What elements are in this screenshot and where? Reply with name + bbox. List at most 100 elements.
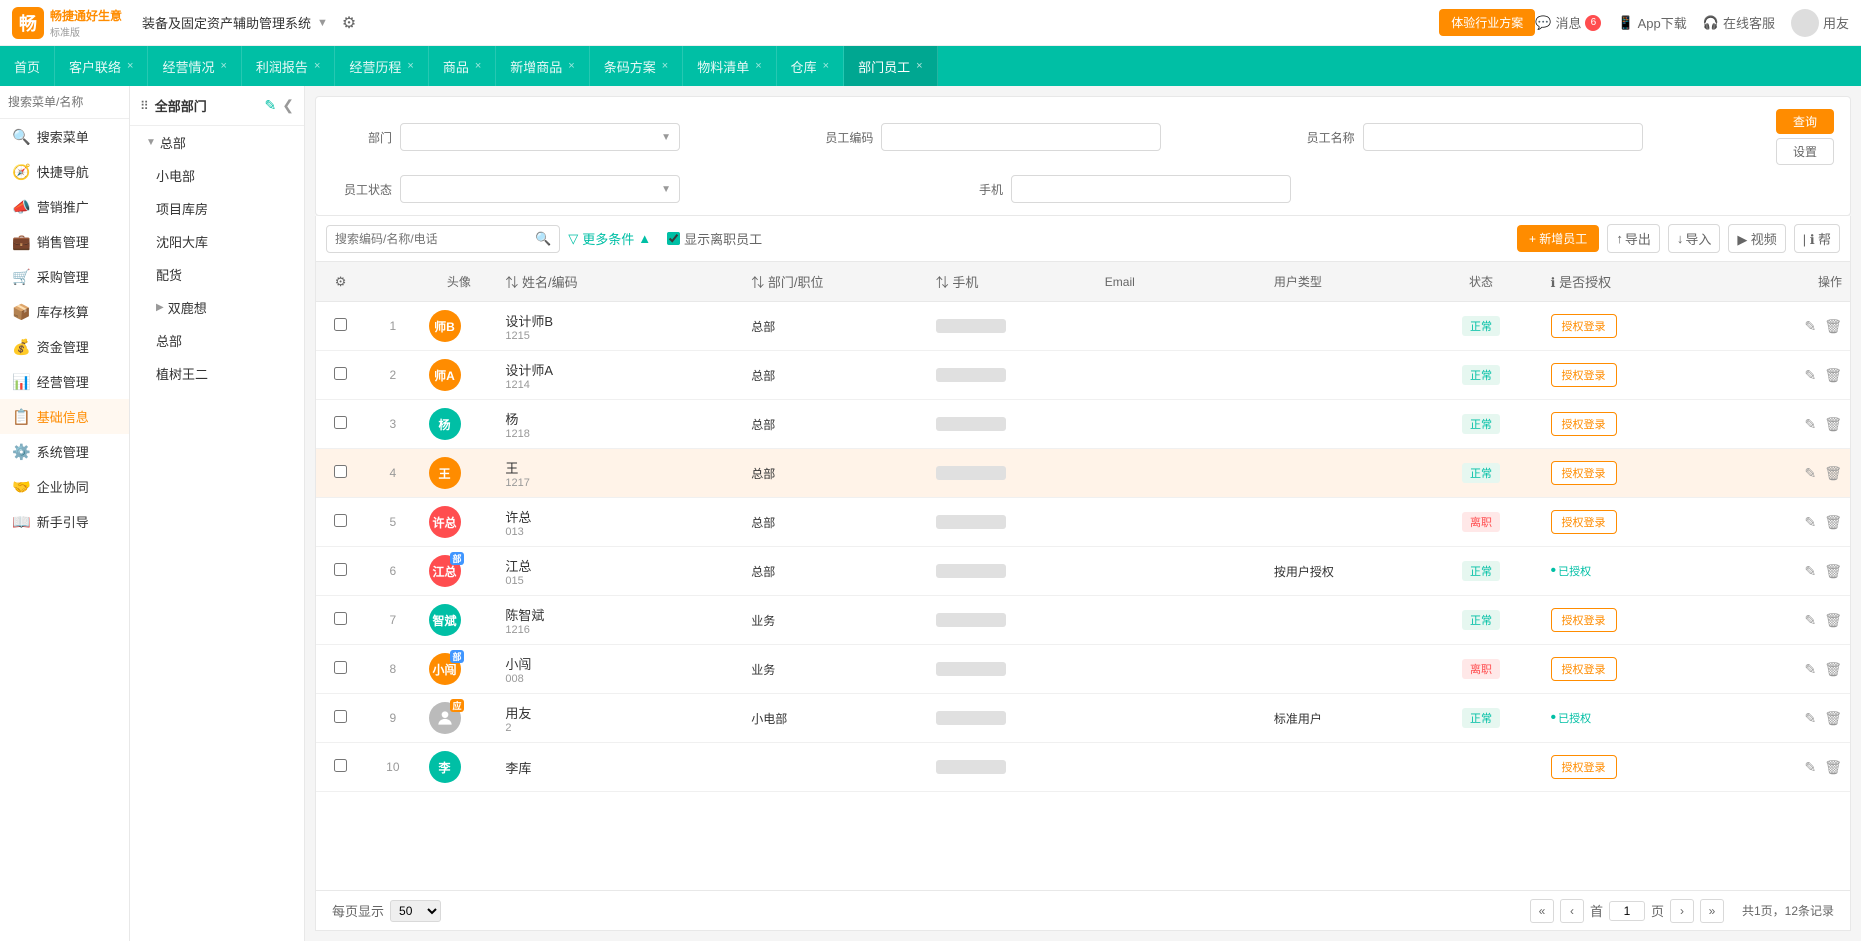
dept-item-双鹿想[interactable]: ▶双鹿想 [130,291,304,324]
nav-item-条码方案[interactable]: 条码方案× [590,46,683,86]
auth-button[interactable]: 授权登录 [1551,510,1617,534]
edit-icon[interactable]: ✎ [1804,465,1816,482]
dept-item-配货[interactable]: 配货 [130,258,304,291]
trial-button[interactable]: 体验行业方案 [1439,9,1535,36]
auth-button[interactable]: 授权登录 [1551,657,1617,681]
user-menu[interactable]: 用友 [1791,9,1849,37]
auth-button[interactable]: 授权登录 [1551,314,1617,338]
row-checkbox[interactable] [334,514,347,527]
auth-button[interactable]: 授权登录 [1551,461,1617,485]
view-button[interactable]: ▶ 视频 [1728,224,1785,253]
nav-item-首页[interactable]: 首页 [0,46,55,86]
sidebar-item-新手引导[interactable]: 📖新手引导 [0,504,129,539]
app-download-button[interactable]: 📱 App下载 [1617,13,1686,32]
nav-close-icon[interactable]: × [568,60,574,72]
last-page-btn[interactable]: » [1700,899,1724,923]
page-input[interactable] [1609,901,1645,921]
sidebar-item-库存核算[interactable]: 📦库存核算 [0,294,129,329]
filter-status-select[interactable]: ▼ [400,175,680,203]
edit-icon[interactable]: ✎ [1804,416,1816,433]
import-button[interactable]: ↓ 导入 [1668,224,1721,253]
more-filter-button[interactable]: ▽ 更多条件 ▲ [568,229,651,248]
auth-button[interactable]: 授权登录 [1551,755,1617,779]
dept-item-小电部[interactable]: 小电部 [130,159,304,192]
nav-item-新增商品[interactable]: 新增商品× [496,46,589,86]
edit-icon[interactable]: ✎ [1804,563,1816,580]
message-button[interactable]: 💬 消息 6 [1535,13,1601,32]
settings-col-icon[interactable]: ⚙ [335,274,347,289]
row-checkbox[interactable] [334,759,347,772]
nav-close-icon[interactable]: × [475,60,481,72]
row-checkbox[interactable] [334,563,347,576]
delete-icon[interactable]: 🗑 [1824,416,1842,433]
search-input[interactable] [327,232,527,246]
delete-icon[interactable]: 🗑 [1824,710,1842,727]
filter-search-button[interactable]: 查询 [1776,109,1834,134]
filter-phone-input[interactable] [1011,175,1291,203]
sidebar-item-销售管理[interactable]: 💼销售管理 [0,224,129,259]
filter-empname-input[interactable] [1363,123,1643,151]
delete-icon[interactable]: 🗑 [1824,661,1842,678]
row-checkbox[interactable] [334,710,347,723]
edit-icon[interactable]: ✎ [1804,318,1816,335]
filter-settings-button[interactable]: 设置 [1776,138,1834,165]
export-button[interactable]: ↑ 导出 [1607,224,1660,253]
nav-close-icon[interactable]: × [314,60,320,72]
delete-icon[interactable]: 🗑 [1824,759,1842,776]
nav-item-利润报告[interactable]: 利润报告× [242,46,335,86]
edit-icon[interactable]: ✎ [1804,514,1816,531]
nav-item-仓库[interactable]: 仓库× [777,46,844,86]
nav-close-icon[interactable]: × [916,60,922,72]
dept-item-总部[interactable]: 总部 [130,324,304,357]
nav-close-icon[interactable]: × [220,60,226,72]
nav-item-物料清单[interactable]: 物料清单× [683,46,776,86]
nav-close-icon[interactable]: × [755,60,761,72]
edit-icon[interactable]: ✎ [1804,661,1816,678]
dept-item-项目库房[interactable]: 项目库房 [130,192,304,225]
first-page-btn[interactable]: « [1530,899,1554,923]
sidebar-search-input[interactable] [8,95,130,109]
sidebar-item-营销推广[interactable]: 📣营销推广 [0,189,129,224]
row-checkbox[interactable] [334,612,347,625]
nav-close-icon[interactable]: × [127,60,133,72]
settings-icon[interactable]: ⚙ [342,13,356,33]
service-button[interactable]: 🎧 在线客服 [1703,13,1775,32]
delete-icon[interactable]: 🗑 [1824,563,1842,580]
sidebar-item-企业协同[interactable]: 🤝企业协同 [0,469,129,504]
sidebar-item-快捷导航[interactable]: 🧭快捷导航 [0,154,129,189]
row-checkbox[interactable] [334,367,347,380]
nav-item-部门员工[interactable]: 部门员工× [844,46,937,86]
auth-button[interactable]: 授权登录 [1551,412,1617,436]
sidebar-item-采购管理[interactable]: 🛒采购管理 [0,259,129,294]
sidebar-item-基础信息[interactable]: 📋基础信息 [0,399,129,434]
delete-icon[interactable]: 🗑 [1824,465,1842,482]
delete-icon[interactable]: 🗑 [1824,612,1842,629]
dept-item-植树王二[interactable]: 植树王二 [130,357,304,390]
row-checkbox[interactable] [334,465,347,478]
dept-item-沈阳大库[interactable]: 沈阳大库 [130,225,304,258]
nav-item-经营历程[interactable]: 经营历程× [335,46,428,86]
next-page-btn[interactable]: › [1670,899,1694,923]
delete-icon[interactable]: 🗑 [1824,318,1842,335]
edit-icon[interactable]: ✎ [1804,710,1816,727]
row-checkbox[interactable] [334,318,347,331]
edit-icon[interactable]: ✎ [1804,612,1816,629]
sidebar-item-搜索菜单[interactable]: 🔍搜索菜单 [0,119,129,154]
dept-collapse-icon[interactable]: ❮ [282,97,294,114]
nav-close-icon[interactable]: × [662,60,668,72]
auth-button[interactable]: 授权登录 [1551,608,1617,632]
nav-item-商品[interactable]: 商品× [429,46,496,86]
sidebar-item-经营管理[interactable]: 📊经营管理 [0,364,129,399]
filter-empcode-input[interactable] [881,123,1161,151]
delete-icon[interactable]: 🗑 [1824,367,1842,384]
row-checkbox[interactable] [334,416,347,429]
auth-button[interactable]: 授权登录 [1551,363,1617,387]
edit-icon[interactable]: ✎ [1804,759,1816,776]
prev-page-btn[interactable]: ‹ [1560,899,1584,923]
edit-icon[interactable]: ✎ [1804,367,1816,384]
sidebar-item-系统管理[interactable]: ⚙️系统管理 [0,434,129,469]
nav-item-经营情况[interactable]: 经营情况× [148,46,241,86]
show-resigned-input[interactable] [667,232,680,245]
sidebar-item-资金管理[interactable]: 💰资金管理 [0,329,129,364]
nav-item-客户联络[interactable]: 客户联络× [55,46,148,86]
